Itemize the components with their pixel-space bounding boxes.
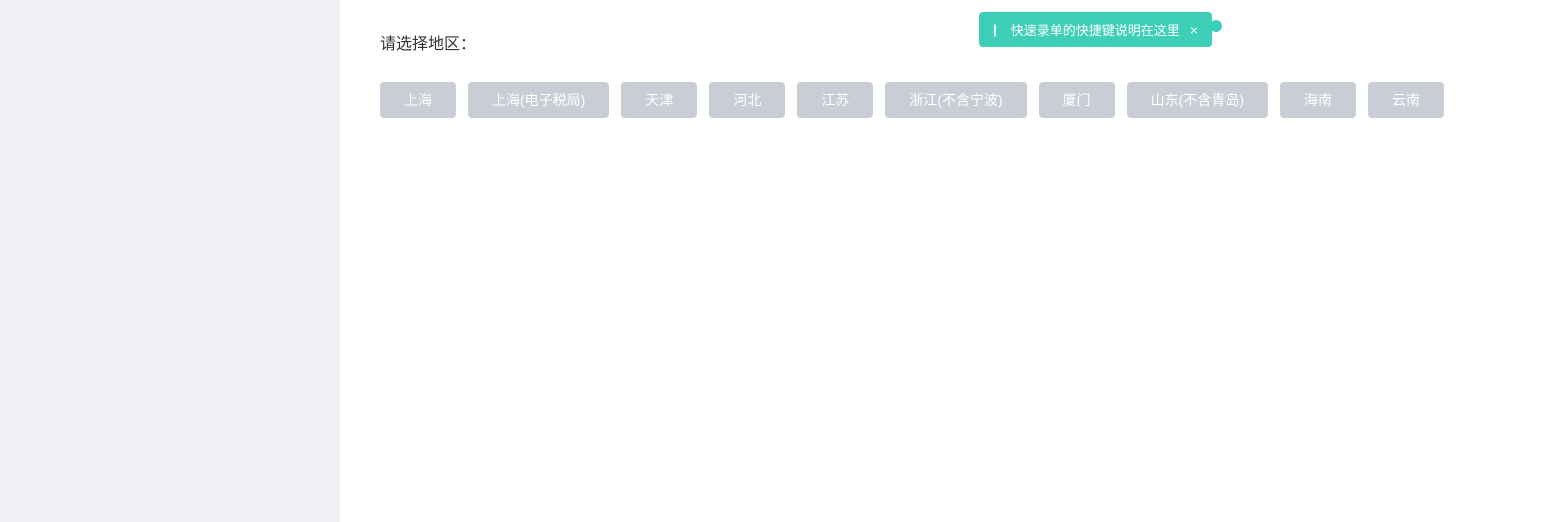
tooltip-close-button[interactable]: × [1190, 23, 1198, 37]
region-button[interactable]: 河北 [709, 82, 785, 118]
page-title: 请选择地区： [380, 30, 1522, 54]
region-buttons: 上海上海(电子税局) 天津河北江苏浙江(不含宁波) 厦门山东(不含青岛) 海南云南 [380, 82, 1522, 118]
tooltip-dot [1210, 20, 1222, 32]
region-button[interactable]: 厦门 [1039, 82, 1115, 118]
tooltip-text: 快速录单的快捷键说明在这里 [1011, 20, 1180, 39]
region-button[interactable]: 山东(不含青岛) [1127, 82, 1268, 118]
region-button[interactable]: 海南 [1280, 82, 1356, 118]
sidebar [0, 0, 340, 522]
region-button[interactable]: 浙江(不含宁波) [885, 82, 1026, 118]
region-button[interactable]: 天津 [621, 82, 697, 118]
main-content: 请选择地区： 上海上海(电子税局) 天津河北江苏浙江(不含宁波) 厦门山东(不含青岛… [340, 0, 1562, 522]
region-button[interactable]: 上海(电子税局) [468, 82, 609, 118]
region-button[interactable]: 江苏 [797, 82, 873, 118]
tooltip-banner: 快速录单的快捷键说明在这里 × [979, 12, 1212, 47]
region-button[interactable]: 云南 [1368, 82, 1444, 118]
region-button[interactable]: 上海 [380, 82, 456, 118]
